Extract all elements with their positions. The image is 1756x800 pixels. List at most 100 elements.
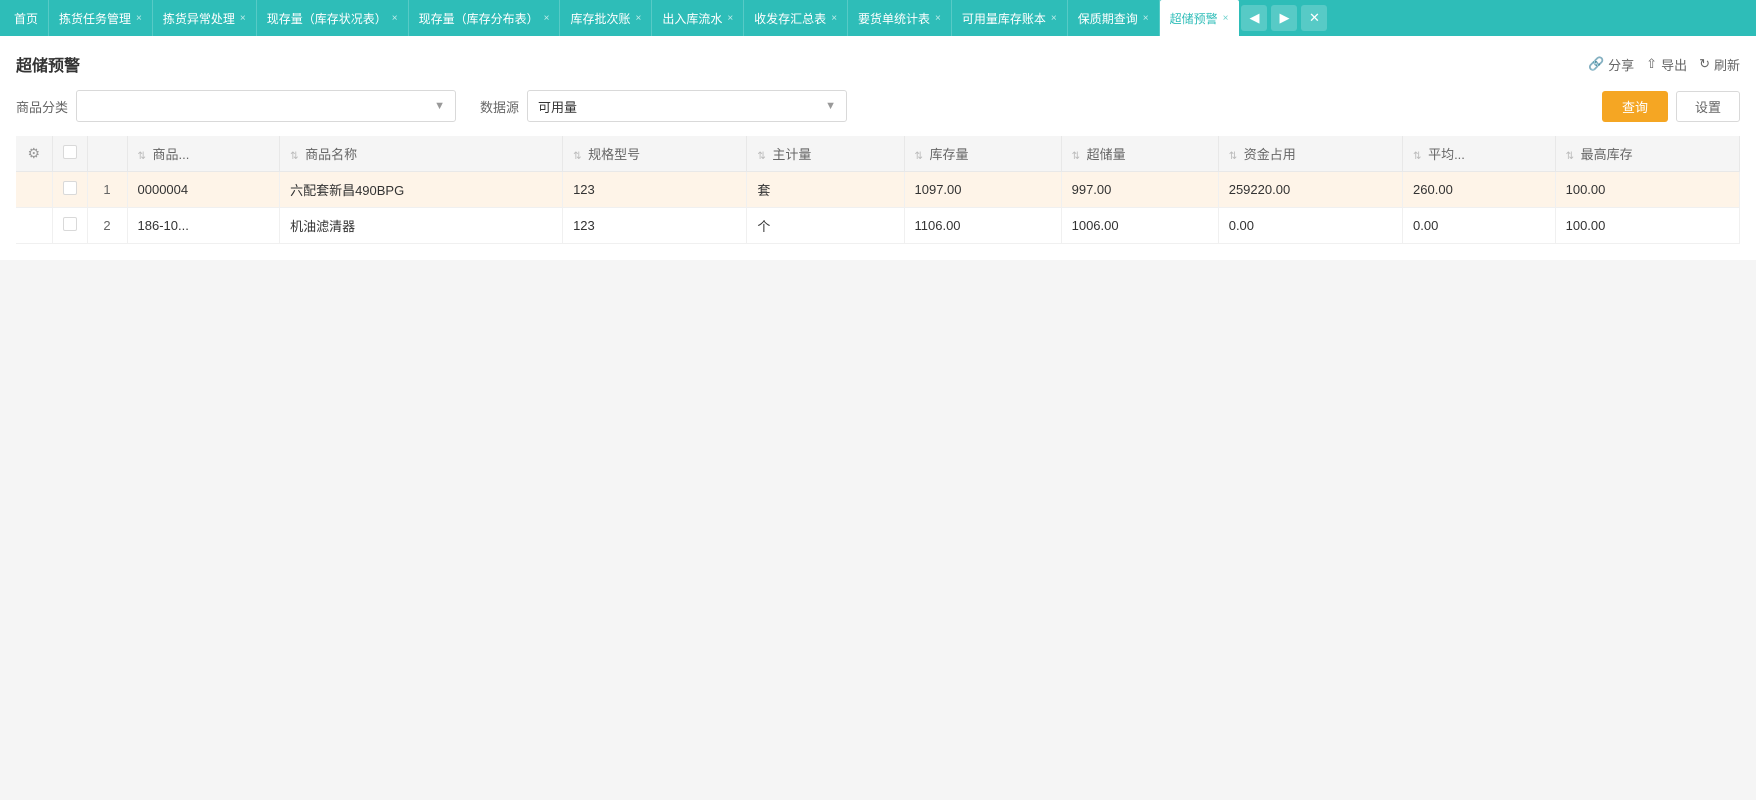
gear-settings-icon[interactable]: ⚙ bbox=[27, 145, 40, 161]
tab-close-pick-exception[interactable]: × bbox=[240, 13, 246, 24]
page-actions: 🔗 分享 ⇧ 导出 ↻ 刷新 bbox=[1588, 55, 1740, 74]
export-icon: ⇧ bbox=[1646, 56, 1657, 72]
row-product-name: 六配套新昌490BPG bbox=[280, 172, 563, 208]
table-row: 1 0000004 六配套新昌490BPG 123 套 1097.00 997.… bbox=[16, 172, 1740, 208]
col-gear: ⚙ bbox=[16, 136, 52, 172]
tab-stock-status[interactable]: 现存量（库存状况表） × bbox=[257, 0, 409, 36]
tab-overstock[interactable]: 超储预警 × bbox=[1160, 0, 1240, 36]
category-label: 商品分类 bbox=[16, 97, 68, 116]
query-button[interactable]: 查询 bbox=[1602, 91, 1668, 122]
row-capital: 0.00 bbox=[1218, 208, 1402, 244]
col-product-name-header[interactable]: ⇅ 商品名称 bbox=[280, 136, 563, 172]
col-avg-header[interactable]: ⇅ 平均... bbox=[1403, 136, 1556, 172]
datasource-chevron-icon: ▼ bbox=[825, 100, 836, 112]
share-button[interactable]: 🔗 分享 bbox=[1588, 55, 1634, 74]
tab-pick-exception[interactable]: 拣货异常处理 × bbox=[153, 0, 257, 36]
filter-bar: 商品分类 ▼ 数据源 可用量 ▼ 查询 设置 bbox=[16, 90, 1740, 122]
col-overstock-header[interactable]: ⇅ 超储量 bbox=[1061, 136, 1218, 172]
row-select-checkbox[interactable] bbox=[63, 181, 77, 195]
refresh-icon: ↻ bbox=[1699, 56, 1710, 72]
page-header: 超储预警 🔗 分享 ⇧ 导出 ↻ 刷新 bbox=[16, 52, 1740, 76]
tab-home[interactable]: 首页 bbox=[4, 0, 49, 36]
sort-icon-product-name: ⇅ bbox=[290, 151, 298, 162]
sort-icon-max-stock: ⇅ bbox=[1566, 151, 1574, 162]
tab-close-inout-flow[interactable]: × bbox=[727, 13, 733, 24]
row-select-checkbox[interactable] bbox=[63, 217, 77, 231]
share-icon: 🔗 bbox=[1588, 56, 1604, 72]
category-select[interactable]: ▼ bbox=[76, 90, 456, 122]
row-avg: 260.00 bbox=[1403, 172, 1556, 208]
col-rownum-header bbox=[87, 136, 127, 172]
row-num: 2 bbox=[87, 208, 127, 244]
row-overstock: 1006.00 bbox=[1061, 208, 1218, 244]
category-chevron-icon: ▼ bbox=[434, 100, 445, 112]
tab-pick-task[interactable]: 拣货任务管理 × bbox=[49, 0, 153, 36]
tab-close-shelf-life[interactable]: × bbox=[1143, 13, 1149, 24]
refresh-button[interactable]: ↻ 刷新 bbox=[1699, 55, 1740, 74]
tab-next-button[interactable]: ▶ bbox=[1271, 5, 1297, 31]
datasource-label: 数据源 bbox=[480, 97, 519, 116]
row-num: 1 bbox=[87, 172, 127, 208]
sort-icon-product-code: ⇅ bbox=[138, 151, 146, 162]
row-gear-cell bbox=[16, 208, 52, 244]
col-capital-header[interactable]: ⇅ 资金占用 bbox=[1218, 136, 1402, 172]
row-overstock: 997.00 bbox=[1061, 172, 1218, 208]
sort-icon-capital: ⇅ bbox=[1229, 151, 1237, 162]
row-avg: 0.00 bbox=[1403, 208, 1556, 244]
row-product-code: 0000004 bbox=[127, 172, 280, 208]
datasource-filter: 数据源 可用量 ▼ bbox=[480, 90, 847, 122]
table-row: 2 186-10... 机油滤清器 123 个 1106.00 1006.00 … bbox=[16, 208, 1740, 244]
sort-icon-spec: ⇅ bbox=[573, 151, 581, 162]
tab-available-account[interactable]: 可用量库存账本 × bbox=[952, 0, 1068, 36]
settings-button[interactable]: 设置 bbox=[1676, 91, 1740, 122]
sort-icon-stock: ⇅ bbox=[915, 151, 923, 162]
col-stock-header[interactable]: ⇅ 库存量 bbox=[904, 136, 1061, 172]
row-spec: 123 bbox=[563, 172, 747, 208]
row-unit: 个 bbox=[747, 208, 904, 244]
tab-close-all-button[interactable]: ✕ bbox=[1301, 5, 1327, 31]
col-unit-header[interactable]: ⇅ 主计量 bbox=[747, 136, 904, 172]
export-button[interactable]: ⇧ 导出 bbox=[1646, 55, 1687, 74]
filter-right-actions: 查询 设置 bbox=[1602, 91, 1740, 122]
sort-icon-avg: ⇅ bbox=[1413, 151, 1421, 162]
row-product-code: 186-10... bbox=[127, 208, 280, 244]
data-table: ⚙ ⇅ 商品... ⇅ 商品名称 ⇅ 规格型号 ⇅ bbox=[16, 136, 1740, 244]
tab-recv-send-summary[interactable]: 收发存汇总表 × bbox=[744, 0, 848, 36]
row-capital: 259220.00 bbox=[1218, 172, 1402, 208]
col-max-stock-header[interactable]: ⇅ 最高库存 bbox=[1555, 136, 1739, 172]
sort-icon-overstock: ⇅ bbox=[1072, 151, 1080, 162]
row-checkbox-cell bbox=[52, 172, 87, 208]
tab-close-pick-task[interactable]: × bbox=[136, 13, 142, 24]
tab-close-order-stat[interactable]: × bbox=[935, 13, 941, 24]
tab-close-recv-send-summary[interactable]: × bbox=[831, 13, 837, 24]
datasource-select[interactable]: 可用量 ▼ bbox=[527, 90, 847, 122]
row-stock: 1106.00 bbox=[904, 208, 1061, 244]
tab-order-stat[interactable]: 要货单统计表 × bbox=[848, 0, 952, 36]
row-gear-cell bbox=[16, 172, 52, 208]
tab-shelf-life[interactable]: 保质期查询 × bbox=[1068, 0, 1160, 36]
tab-prev-button[interactable]: ◀ bbox=[1241, 5, 1267, 31]
page-content: 超储预警 🔗 分享 ⇧ 导出 ↻ 刷新 商品分类 ▼ 数据源 bbox=[0, 36, 1756, 260]
tab-stock-dist[interactable]: 现存量（库存分布表） × bbox=[409, 0, 561, 36]
table-header-row: ⚙ ⇅ 商品... ⇅ 商品名称 ⇅ 规格型号 ⇅ bbox=[16, 136, 1740, 172]
sort-icon-unit: ⇅ bbox=[757, 151, 765, 162]
tab-close-overstock[interactable]: × bbox=[1223, 13, 1229, 24]
tab-inout-flow[interactable]: 出入库流水 × bbox=[652, 0, 744, 36]
row-stock: 1097.00 bbox=[904, 172, 1061, 208]
page-title: 超储预警 bbox=[16, 52, 80, 76]
category-filter: 商品分类 ▼ bbox=[16, 90, 456, 122]
row-checkbox-cell bbox=[52, 208, 87, 244]
tab-batch-account[interactable]: 库存批次账 × bbox=[560, 0, 652, 36]
col-spec-header[interactable]: ⇅ 规格型号 bbox=[563, 136, 747, 172]
select-all-checkbox[interactable] bbox=[63, 145, 77, 159]
row-max-stock: 100.00 bbox=[1555, 208, 1739, 244]
row-max-stock: 100.00 bbox=[1555, 172, 1739, 208]
row-product-name: 机油滤清器 bbox=[280, 208, 563, 244]
tab-close-stock-status[interactable]: × bbox=[392, 13, 398, 24]
datasource-value: 可用量 bbox=[538, 97, 577, 116]
tab-close-available-account[interactable]: × bbox=[1051, 13, 1057, 24]
tab-close-batch-account[interactable]: × bbox=[635, 13, 641, 24]
col-product-code-header[interactable]: ⇅ 商品... bbox=[127, 136, 280, 172]
topbar: 首页 拣货任务管理 × 拣货异常处理 × 现存量（库存状况表） × 现存量（库存… bbox=[0, 0, 1756, 36]
tab-close-stock-dist[interactable]: × bbox=[544, 13, 550, 24]
